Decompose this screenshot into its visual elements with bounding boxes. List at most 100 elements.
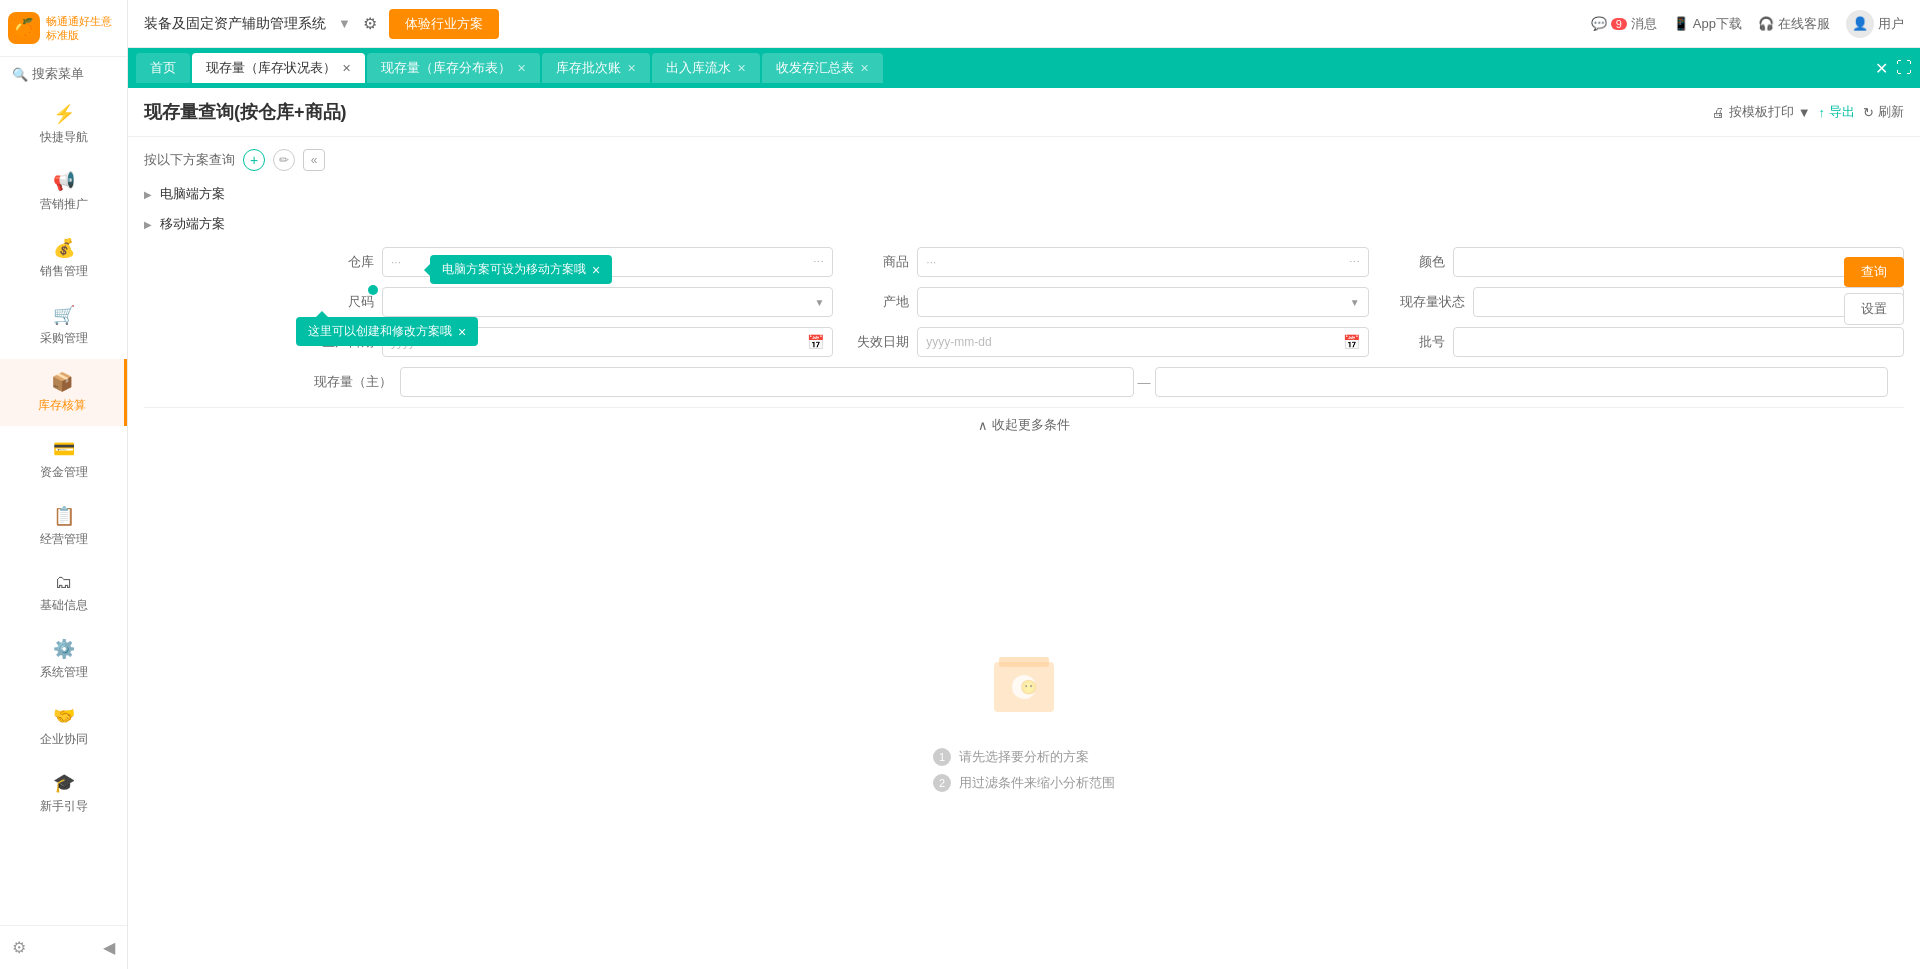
sidebar-item-enterprise[interactable]: 🤝 企业协同 xyxy=(0,693,127,760)
export-button[interactable]: ↑ 导出 xyxy=(1819,103,1856,121)
sidebar-item-newbie[interactable]: 🎓 新手引导 xyxy=(0,760,127,827)
stock-qty-max[interactable] xyxy=(1155,367,1889,397)
newbie-icon: 🎓 xyxy=(53,772,75,794)
online-support-button[interactable]: 🎧 在线客服 xyxy=(1758,15,1830,33)
tab-close-inventory-dist[interactable]: ✕ xyxy=(517,62,526,75)
warehouse-more-icon: ⋯ xyxy=(813,256,824,269)
support-icon: 🎧 xyxy=(1758,16,1774,31)
sidebar-item-basic[interactable]: 🗂 基础信息 xyxy=(0,560,127,626)
filter-arrow-button[interactable]: « xyxy=(303,149,325,171)
page-title: 现存量查询(按仓库+商品) xyxy=(144,100,347,124)
warehouse-label: 仓库 xyxy=(314,253,374,271)
finance-icon: 💳 xyxy=(53,438,75,460)
sidebar-item-inventory[interactable]: 📦 库存核算 xyxy=(0,359,127,426)
product-input[interactable]: ··· ⋯ xyxy=(917,247,1368,277)
query-buttons: 查询 设置 xyxy=(1844,257,1904,325)
system-dropdown-icon[interactable]: ▼ xyxy=(338,16,351,31)
export-icon: ↑ xyxy=(1819,105,1826,120)
template-dropdown-icon: ▼ xyxy=(1798,105,1811,120)
expiry-date-start[interactable]: yyyy-mm-dd 📅 xyxy=(917,327,1368,357)
scheme-pc-arrow: ▶ xyxy=(144,189,152,200)
settings-icon[interactable]: ⚙ xyxy=(12,938,26,957)
collapse-button[interactable]: ∧ 收起更多条件 xyxy=(978,416,1070,434)
logo-text: 畅通通好生意 标准版 xyxy=(46,14,112,43)
sidebar-item-marketing[interactable]: 📢 营销推广 xyxy=(0,158,127,225)
sidebar-item-sales[interactable]: 💰 销售管理 xyxy=(0,225,127,292)
filter-edit-button[interactable]: ✏ xyxy=(273,149,295,171)
sidebar: 🍊 畅通通好生意 标准版 🔍 搜索菜单 ⚡ 快捷导航 📢 营销推广 💰 销售管理 xyxy=(0,0,128,969)
scheme-pc[interactable]: ▶ 电脑端方案 xyxy=(144,183,1904,205)
app-download-button[interactable]: 📱 App下载 xyxy=(1673,15,1742,33)
page-actions: 🖨 按模板打印 ▼ ↑ 导出 ↻ 刷新 xyxy=(1712,103,1904,121)
stock-qty-min[interactable] xyxy=(400,367,1134,397)
search-icon: 🔍 xyxy=(12,67,28,82)
sidebar-item-quick[interactable]: ⚡ 快捷导航 xyxy=(0,91,127,158)
tab-inventory-batch[interactable]: 库存批次账 ✕ xyxy=(542,53,650,83)
query-button[interactable]: 查询 xyxy=(1844,257,1904,287)
tooltip-edit: 这里可以创建和修改方案哦 × xyxy=(296,317,478,346)
tab-close-inout-flow[interactable]: ✕ xyxy=(737,62,746,75)
scheme-mobile[interactable]: ▶ 移动端方案 xyxy=(144,213,1904,235)
marketing-icon: 📢 xyxy=(53,170,75,192)
tab-collection-summary[interactable]: 收发存汇总表 ✕ xyxy=(762,53,883,83)
sidebar-item-purchase[interactable]: 🛒 采购管理 xyxy=(0,292,127,359)
batch-input[interactable] xyxy=(1453,327,1904,357)
collapse-sidebar-icon[interactable]: ◀ xyxy=(103,938,115,957)
quick-icon: ⚡ xyxy=(53,103,75,125)
empty-steps: 1 请先选择要分析的方案 2 用过滤条件来缩小分析范围 xyxy=(933,748,1115,792)
message-badge: 9 xyxy=(1611,18,1627,30)
message-icon: 💬 xyxy=(1591,16,1607,31)
range-dash: — xyxy=(1138,375,1151,390)
avatar: 👤 xyxy=(1846,10,1874,38)
color-input[interactable]: ▼ xyxy=(1453,247,1904,277)
origin-label: 产地 xyxy=(849,293,909,311)
tab-inventory-status[interactable]: 现存量（库存状况表） ✕ xyxy=(192,53,365,83)
trial-button[interactable]: 体验行业方案 xyxy=(389,9,499,39)
production-date-start-calendar-icon[interactable]: 📅 xyxy=(807,334,824,350)
scheme-mobile-arrow: ▶ xyxy=(144,219,152,230)
tab-bar: 首页 现存量（库存状况表） ✕ 现存量（库存分布表） ✕ 库存批次账 ✕ 出入库… xyxy=(128,48,1920,88)
origin-dropdown-icon: ▼ xyxy=(1350,297,1360,308)
tab-bar-actions: ✕ ⛶ xyxy=(1875,59,1912,78)
tab-close-inventory-batch[interactable]: ✕ xyxy=(627,62,636,75)
tab-close-inventory-status[interactable]: ✕ xyxy=(342,62,351,75)
empty-step-2: 2 用过滤条件来缩小分析范围 xyxy=(933,774,1115,792)
system-icon: ⚙️ xyxy=(53,638,75,660)
system-name: 装备及固定资产辅助管理系统 xyxy=(144,15,326,33)
header-right: 💬 9 消息 📱 App下载 🎧 在线客服 👤 用户 xyxy=(1591,10,1904,38)
product-more-icon: ⋯ xyxy=(1349,256,1360,269)
tab-close-all-icon[interactable]: ✕ xyxy=(1875,59,1888,78)
user-button[interactable]: 👤 用户 xyxy=(1846,10,1904,38)
step-1-num: 1 xyxy=(933,748,951,766)
sidebar-item-system[interactable]: ⚙️ 系统管理 xyxy=(0,626,127,693)
sidebar-item-finance[interactable]: 💳 资金管理 xyxy=(0,426,127,493)
size-input[interactable]: ▼ xyxy=(382,287,833,317)
origin-input[interactable]: ▼ xyxy=(917,287,1368,317)
tab-fullscreen-icon[interactable]: ⛶ xyxy=(1896,59,1912,78)
search-menu[interactable]: 🔍 搜索菜单 xyxy=(0,57,127,91)
tab-home[interactable]: 首页 xyxy=(136,53,190,83)
expiry-date-calendar-icon[interactable]: 📅 xyxy=(1343,334,1360,350)
refresh-button[interactable]: ↻ 刷新 xyxy=(1863,103,1904,121)
message-button[interactable]: 💬 9 消息 xyxy=(1591,15,1657,33)
filter-area: 按以下方案查询 + ✏ « ▶ 电脑端方案 ▶ 移动 xyxy=(128,137,1920,454)
template-print-button[interactable]: 🖨 按模板打印 ▼ xyxy=(1712,103,1811,121)
filter-add-button[interactable]: + xyxy=(243,149,265,171)
batch-label: 批号 xyxy=(1385,333,1445,351)
tab-close-collection-summary[interactable]: ✕ xyxy=(860,62,869,75)
tab-inout-flow[interactable]: 出入库流水 ✕ xyxy=(652,53,760,83)
header-settings-icon[interactable]: ⚙ xyxy=(363,14,377,33)
empty-state: 😶 1 请先选择要分析的方案 2 用过滤条件来缩小分析范围 xyxy=(128,454,1920,969)
stock-qty-label: 现存量（主） xyxy=(314,373,392,391)
tooltip-edit-close[interactable]: × xyxy=(458,325,466,339)
stock-status-label: 现存量状态 xyxy=(1385,293,1465,311)
tab-inventory-dist[interactable]: 现存量（库存分布表） ✕ xyxy=(367,53,540,83)
scheme-pc-name: 电脑端方案 xyxy=(160,185,225,203)
svg-rect-1 xyxy=(999,657,1049,667)
sidebar-item-operations[interactable]: 📋 经营管理 xyxy=(0,493,127,560)
scheme-mobile-name: 移动端方案 xyxy=(160,215,225,233)
reset-button[interactable]: 设置 xyxy=(1844,293,1904,325)
svg-text:😶: 😶 xyxy=(1020,679,1038,696)
stock-status-input[interactable]: ▼ xyxy=(1473,287,1904,317)
tooltip-pc-close[interactable]: × xyxy=(592,263,600,277)
